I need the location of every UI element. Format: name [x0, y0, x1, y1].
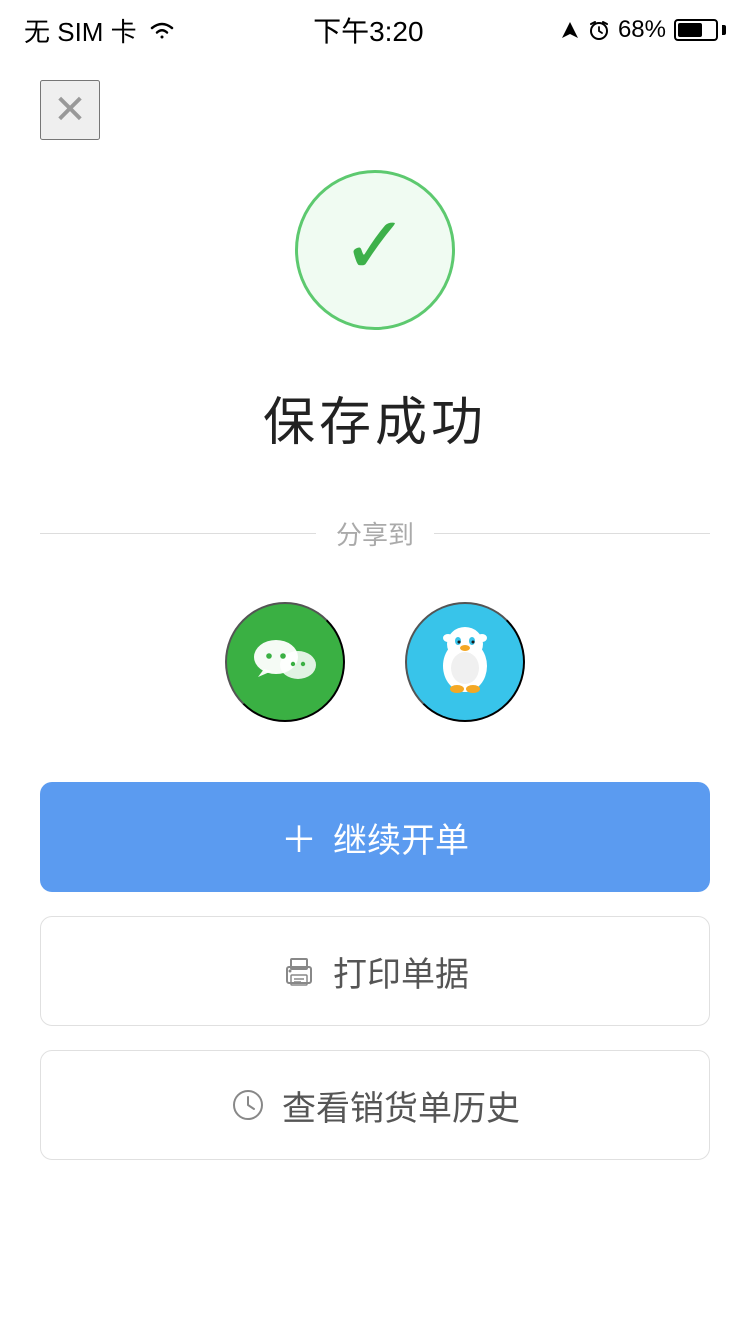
status-bar: 无 SIM 卡 下午3:20 68% — [0, 0, 750, 60]
alarm-icon — [588, 19, 610, 41]
status-left: 无 SIM 卡 — [24, 12, 177, 49]
continue-button[interactable]: ＋ 继续开单 — [40, 782, 710, 892]
success-area: ✓ 保存成功 — [40, 170, 710, 455]
history-button[interactable]: 查看销货单历史 — [40, 1050, 710, 1160]
qq-share-button[interactable] — [405, 602, 525, 722]
share-label: 分享到 — [336, 515, 414, 552]
share-icons — [40, 602, 710, 722]
continue-label: 继续开单 — [333, 813, 469, 862]
action-buttons: ＋ 继续开单 打印单据 查看销货单历史 — [40, 782, 710, 1160]
wechat-share-button[interactable] — [225, 602, 345, 722]
sim-label: 无 SIM 卡 — [24, 12, 137, 49]
plus-icon: ＋ — [281, 811, 317, 863]
printer-icon — [281, 953, 317, 989]
status-right: 68% — [560, 16, 726, 44]
share-divider: 分享到 — [40, 515, 710, 552]
print-button[interactable]: 打印单据 — [40, 916, 710, 1026]
close-icon: ✕ — [53, 90, 87, 130]
wechat-icon — [250, 633, 320, 691]
battery-icon — [674, 19, 726, 41]
qq-icon — [434, 626, 496, 698]
main-content: ✕ ✓ 保存成功 分享到 — [0, 60, 750, 1160]
close-button[interactable]: ✕ — [40, 80, 100, 140]
status-time: 下午3:20 — [313, 10, 424, 50]
location-icon — [560, 20, 580, 40]
history-label: 查看销货单历史 — [282, 1081, 520, 1130]
clock-icon — [230, 1087, 266, 1123]
divider-left — [40, 533, 316, 534]
success-circle: ✓ — [295, 170, 455, 330]
share-section: 分享到 — [40, 515, 710, 722]
battery-percent: 68% — [618, 16, 666, 44]
wifi-icon — [147, 19, 177, 41]
divider-right — [434, 533, 710, 534]
print-label: 打印单据 — [333, 947, 469, 996]
check-icon: ✓ — [341, 206, 408, 286]
success-title: 保存成功 — [263, 380, 487, 455]
